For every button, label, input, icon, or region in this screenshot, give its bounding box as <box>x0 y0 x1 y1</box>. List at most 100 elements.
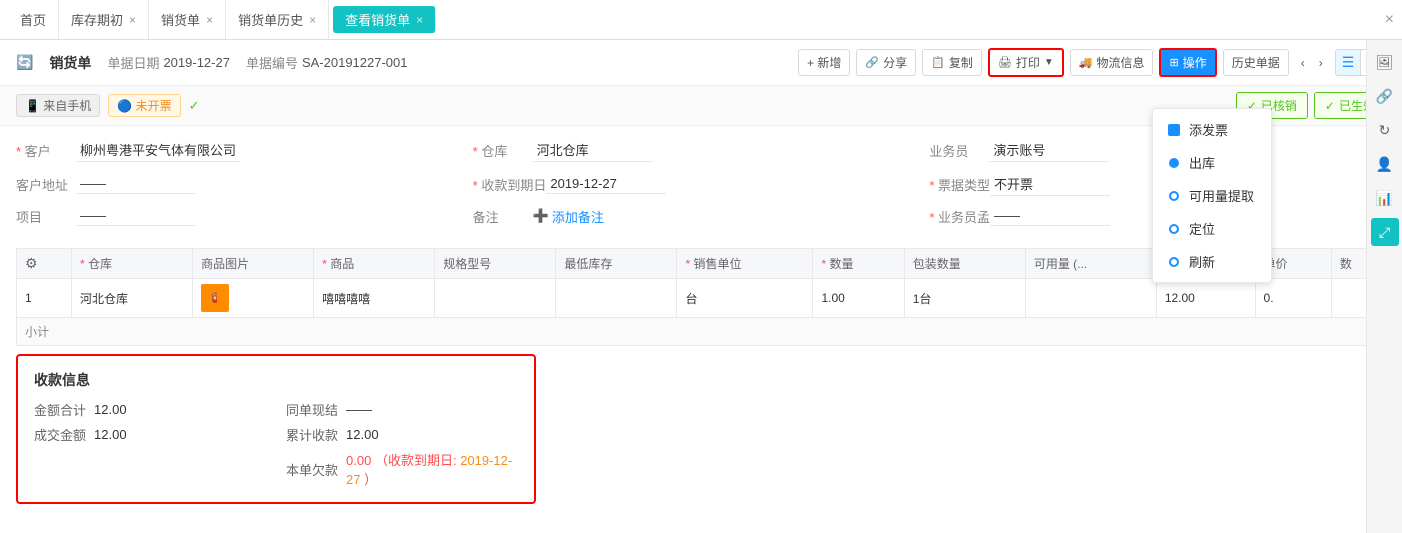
doc-header: 🔄 销货单 单据日期 2019-12-27 单据编号 SA-20191227-0… <box>0 40 1402 86</box>
doc-number-label: 单据编号 <box>246 53 298 72</box>
col-warehouse: 仓库 <box>72 249 193 279</box>
not-open-tag[interactable]: 🔵 未开票 <box>108 94 180 117</box>
sidebar-image-icon[interactable]: 🖼 <box>1371 48 1399 76</box>
customer-value[interactable]: 柳州粤港平安气体有限公司 <box>76 138 240 162</box>
payment-grid: 金额合计 12.00 同单现结 —— 成交金额 12.00 累计收款 12.00… <box>34 400 518 488</box>
warehouse-value[interactable]: 河北仓库 <box>533 138 653 162</box>
same-bill-value: —— <box>346 402 372 417</box>
check-icon: ✓ <box>189 98 200 114</box>
payment-box-title: 收款信息 <box>34 370 518 390</box>
row-num: 1 <box>17 279 72 318</box>
row-spec <box>435 279 556 318</box>
logistics-button[interactable]: 🚚 物流信息 <box>1070 49 1154 76</box>
settings-icon[interactable]: ⚙ <box>25 255 38 271</box>
transaction-label: 成交金额 <box>34 425 86 444</box>
col-spec: 规格型号 <box>435 249 556 279</box>
ticket-type-value[interactable]: 不开票 <box>990 172 1110 196</box>
doc-date-value: 2019-12-27 <box>163 55 230 70</box>
agent-value[interactable]: —— <box>990 206 1110 226</box>
dropdown-outbound[interactable]: 出库 <box>1153 146 1271 179</box>
locate-icon <box>1167 222 1181 236</box>
doc-title: 销货单 <box>49 53 91 73</box>
sidebar-refresh-icon[interactable]: ↻ <box>1371 116 1399 144</box>
payment-date-value[interactable]: 2019-12-27 <box>546 174 666 194</box>
customer-label: 客户 <box>16 141 76 160</box>
sidebar-expand-icon[interactable]: ⤢ <box>1371 218 1399 246</box>
tab-home[interactable]: 首页 <box>8 0 59 39</box>
prev-arrow[interactable]: ‹ <box>1295 52 1311 74</box>
col-settings[interactable]: ⚙ <box>17 249 72 279</box>
col-qty: 数量 <box>813 249 904 279</box>
tab-view-sales-close[interactable]: × <box>416 13 423 27</box>
tab-view-sales[interactable]: 查看销货单 × <box>333 6 436 33</box>
row-available <box>1025 279 1156 318</box>
salesperson-value: 演示账号 <box>989 138 1109 162</box>
subtotal-label: 小计 <box>17 318 1386 346</box>
tab-inventory[interactable]: 库存期初 × <box>59 0 149 39</box>
tab-sales[interactable]: 销货单 × <box>149 0 226 39</box>
transaction-item: 成交金额 12.00 <box>34 425 266 444</box>
nav-arrows: ‹ › <box>1295 52 1329 74</box>
dropdown-add-invoice[interactable]: 添发票 <box>1153 113 1271 146</box>
doc-number-field: 单据编号 SA-20191227-001 <box>246 53 408 72</box>
row-current-stock: 12.00 <box>1156 279 1255 318</box>
copy-button[interactable]: 📋 复制 <box>922 49 982 76</box>
tab-bar-close[interactable]: × <box>1385 11 1394 29</box>
view-list-btn[interactable]: ☰ <box>1336 50 1362 75</box>
balance-label: 本单欠款 <box>286 460 338 479</box>
balance-item: 本单欠款 0.00 （收款到期日: 2019-12-27 ） <box>286 450 518 488</box>
payment-box: 收款信息 金额合计 12.00 同单现结 —— 成交金额 12.00 累计收款 … <box>16 354 536 504</box>
payment-date-field: 收款到期日 2019-12-27 <box>473 174 930 194</box>
same-bill-item: 同单现结 —— <box>286 400 518 419</box>
refresh-icon <box>1167 255 1181 269</box>
tab-sales-history[interactable]: 销货单历史 × <box>226 0 329 39</box>
project-value[interactable]: —— <box>76 206 196 226</box>
sidebar-link-icon[interactable]: 🔗 <box>1371 82 1399 110</box>
right-sidebar: 🖼 🔗 ↻ 👤 📊 ⤢ <box>1366 40 1402 533</box>
row-min-stock <box>556 279 677 318</box>
salesperson-label: 业务员 <box>929 141 989 160</box>
total-label: 金额合计 <box>34 400 86 419</box>
balance-value: 0.00 （收款到期日: 2019-12-27 ） <box>346 450 518 488</box>
warehouse-label: 仓库 <box>473 141 533 160</box>
tab-bar: 首页 库存期初 × 销货单 × 销货单历史 × 查看销货单 × × <box>0 0 1402 40</box>
doc-number-value: SA-20191227-001 <box>302 55 408 70</box>
balance-note-end: ） <box>364 472 377 487</box>
balance-note: （收款到期日: <box>375 453 460 468</box>
add-invoice-icon <box>1167 123 1181 137</box>
tab-sales-close[interactable]: × <box>206 13 213 27</box>
history-button[interactable]: 历史单据 <box>1223 49 1289 76</box>
table-row: 1 河北仓库 🧯 嘻嘻嘻嘻 台 1.00 1台 12.00 0. <box>17 279 1386 318</box>
sidebar-user-icon[interactable]: 👤 <box>1371 150 1399 178</box>
transaction-value: 12.00 <box>94 427 127 442</box>
sidebar-chart-icon[interactable]: 📊 <box>1371 184 1399 212</box>
row-product[interactable]: 嘻嘻嘻嘻 <box>314 279 435 318</box>
row-unit: 台 <box>677 279 813 318</box>
share-button[interactable]: 🔗 分享 <box>856 49 916 76</box>
add-note-button[interactable]: ➕ 添加备注 <box>533 207 604 226</box>
row-pkg-qty: 1台 <box>904 279 1025 318</box>
col-product: 商品 <box>314 249 435 279</box>
tab-inventory-close[interactable]: × <box>129 13 136 27</box>
doc-title-area: 🔄 销货单 单据日期 2019-12-27 单据编号 SA-20191227-0… <box>16 53 408 73</box>
doc-actions: + 新增 🔗 分享 📋 复制 🖨 打印 ▼ 🚚 物流信息 ⊞ 操作 <box>798 48 1386 77</box>
row-price: 0. <box>1255 279 1331 318</box>
print-button[interactable]: 🖨 打印 ▼ <box>988 48 1064 77</box>
tab-sales-history-close[interactable]: × <box>309 13 316 27</box>
subtotal-row: 小计 <box>17 318 1386 346</box>
customer-addr-value[interactable]: —— <box>76 174 196 194</box>
row-warehouse: 河北仓库 <box>72 279 193 318</box>
customer-addr-field: 客户地址 —— <box>16 174 473 194</box>
col-available: 可用量 (... <box>1025 249 1156 279</box>
next-arrow[interactable]: › <box>1313 52 1329 74</box>
operate-button[interactable]: ⊞ 操作 <box>1159 48 1216 77</box>
dropdown-menu: 添发票 出库 可用量提取 定位 刷新 <box>1152 108 1272 283</box>
dropdown-refresh[interactable]: 刷新 <box>1153 245 1271 278</box>
outbound-icon <box>1167 156 1181 170</box>
from-phone-tag[interactable]: 📱 来自手机 <box>16 94 100 117</box>
cumulative-label: 累计收款 <box>286 425 338 444</box>
dropdown-locate[interactable]: 定位 <box>1153 212 1271 245</box>
new-button[interactable]: + 新增 <box>798 49 850 76</box>
note-label: 备注 <box>473 207 533 226</box>
dropdown-available-qty[interactable]: 可用量提取 <box>1153 179 1271 212</box>
